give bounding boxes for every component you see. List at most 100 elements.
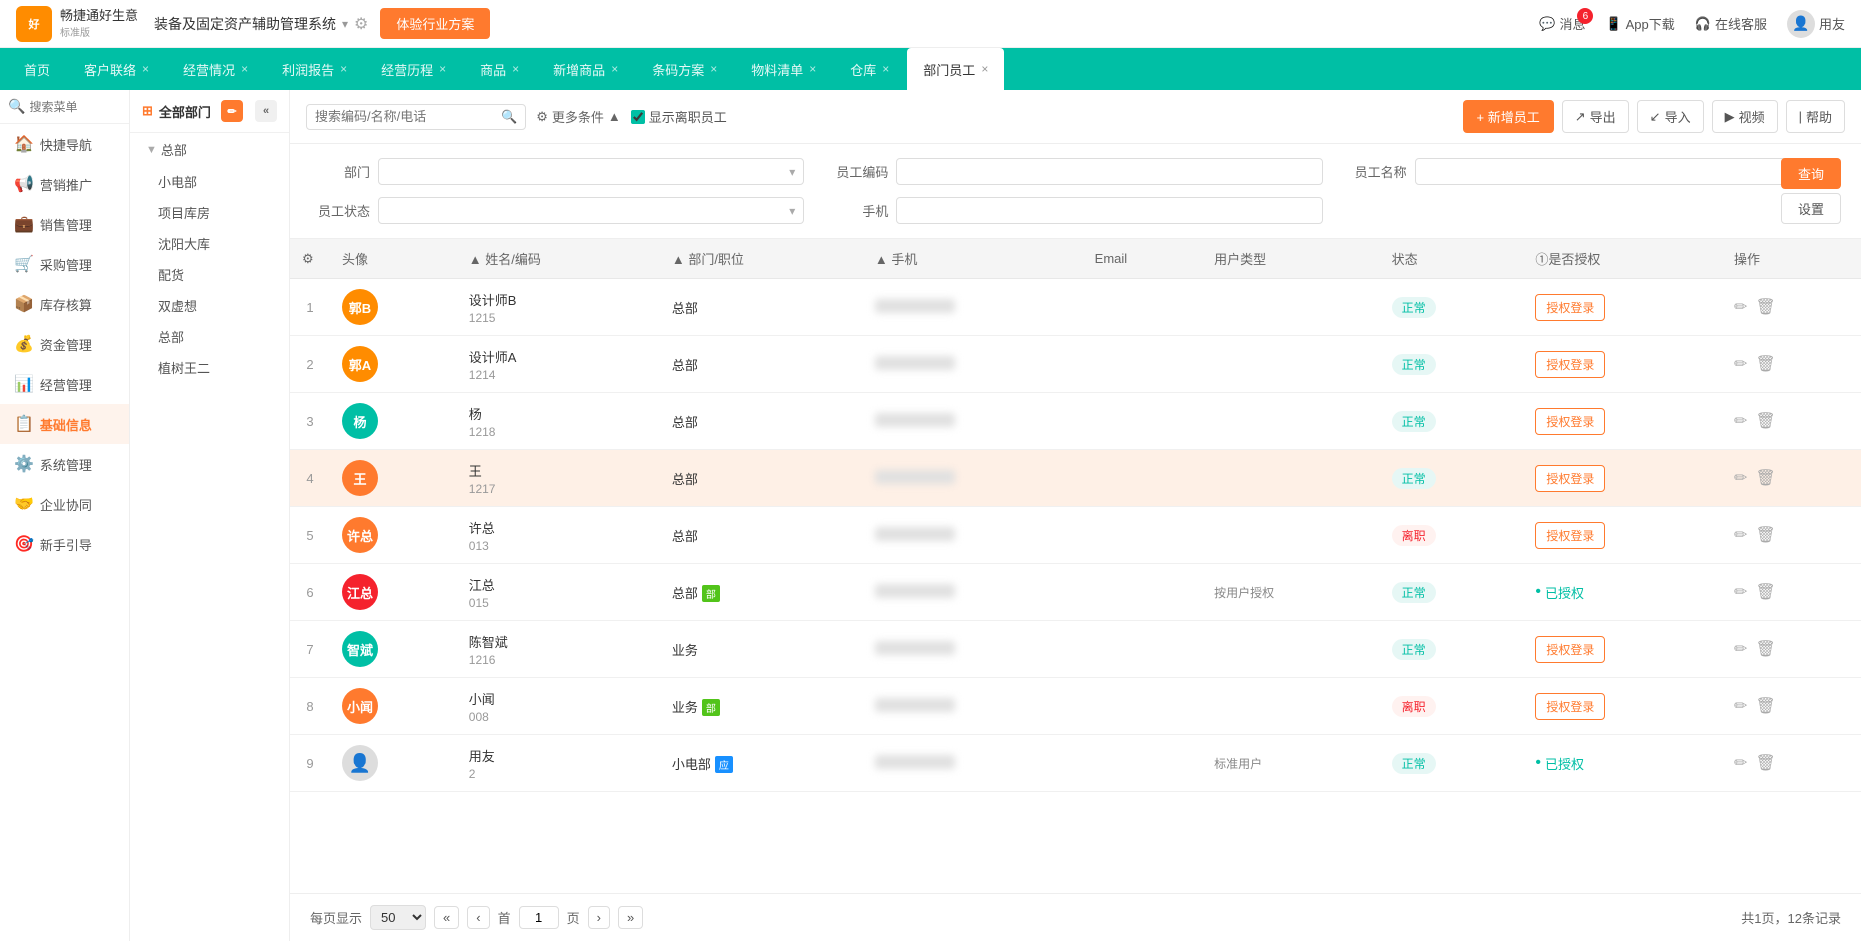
edit-icon[interactable]: ✏ [1734,468,1747,488]
sidebar-item-9[interactable]: ⚙️系统管理 [0,444,129,484]
export-btn[interactable]: ↗ 导出 [1562,100,1629,133]
more-conditions-btn[interactable]: ⚙ 更多条件 ▲ [536,107,621,126]
query-btn[interactable]: 查询 [1781,158,1841,189]
delete-icon[interactable]: 🗑 [1755,468,1775,488]
status-select[interactable] [379,198,803,223]
cell-auth[interactable]: 授权登录 [1523,450,1722,507]
search-icon[interactable]: 🔍 [501,109,517,125]
sidebar-item-1[interactable]: 🏠快捷导航 [0,124,129,164]
nav-tab-物料清单[interactable]: 物料清单× [735,48,832,90]
message-btn[interactable]: 💬 消息 6 [1539,14,1585,33]
page-size-select[interactable]: 50 20 100 [370,905,426,930]
dept-node-root[interactable]: ▼ 总部 [130,133,289,166]
system-title-chevron-icon[interactable]: ▾ [342,17,348,31]
nav-tab-close-新增商品[interactable]: × [611,62,618,76]
dept-select[interactable] [379,159,803,184]
sidebar-item-7[interactable]: 📊经营管理 [0,364,129,404]
nav-tab-部门员工[interactable]: 部门员工× [907,48,1004,90]
dept-collapse-btn[interactable]: « [255,100,277,122]
edit-icon[interactable]: ✏ [1734,354,1747,374]
cell-auth[interactable]: 授权登录 [1523,621,1722,678]
nav-tab-仓库[interactable]: 仓库× [834,48,905,90]
import-btn[interactable]: ↙ 导入 [1637,100,1704,133]
nav-tab-首页[interactable]: 首页 [8,48,66,90]
show-resigned-check[interactable]: 显示离职员工 [631,107,727,126]
search-input[interactable] [315,109,495,124]
prev-page-btn[interactable]: ‹ [467,906,489,929]
sidebar-item-5[interactable]: 📦库存核算 [0,284,129,324]
dept-select-wrapper[interactable] [378,158,804,185]
delete-icon[interactable]: 🗑 [1755,297,1775,317]
last-page-btn[interactable]: » [618,906,643,929]
user-area[interactable]: 👤 用友 [1787,10,1845,38]
delete-icon[interactable]: 🗑 [1755,525,1775,545]
page-number-input[interactable] [519,906,559,929]
cell-auth[interactable]: 授权登录 [1523,678,1722,735]
cell-auth[interactable]: •已授权 [1523,735,1722,792]
view-btn[interactable]: ▶ 视频 [1712,100,1778,133]
delete-icon[interactable]: 🗑 [1755,411,1775,431]
app-download-btn[interactable]: 📱 App下载 [1605,14,1674,33]
dept-child-xiaodianbu[interactable]: 小电部 [130,166,289,197]
cell-auth[interactable]: 授权登录 [1523,393,1722,450]
auth-btn[interactable]: 授权登录 [1535,294,1605,321]
nav-tab-close-商品[interactable]: × [512,62,519,76]
auth-btn[interactable]: 授权登录 [1535,465,1605,492]
nav-tab-close-部门员工[interactable]: × [981,62,988,76]
nav-tab-close-物料清单[interactable]: × [809,62,816,76]
col-phone[interactable]: ▲ 手机 [863,239,1083,279]
dept-child-peihuo[interactable]: 配货 [130,259,289,290]
auth-btn[interactable]: 授权登录 [1535,693,1605,720]
trial-button[interactable]: 体验行业方案 [380,8,490,39]
edit-icon[interactable]: ✏ [1734,753,1747,773]
nav-tab-客户联络[interactable]: 客户联络× [68,48,165,90]
col-dept-position[interactable]: ▲ 部门/职位 [660,239,863,279]
online-service-btn[interactable]: 🎧 在线客服 [1695,14,1767,33]
help-btn[interactable]: | 帮助 [1786,100,1845,133]
nav-tab-商品[interactable]: 商品× [464,48,535,90]
edit-icon[interactable]: ✏ [1734,297,1747,317]
nav-tab-close-客户联络[interactable]: × [142,62,149,76]
cell-auth[interactable]: 授权登录 [1523,336,1722,393]
sidebar-item-11[interactable]: 🎯新手引导 [0,524,129,564]
nav-tab-经营历程[interactable]: 经营历程× [365,48,462,90]
dept-edit-btn[interactable]: ✏ [221,100,243,122]
delete-icon[interactable]: 🗑 [1755,696,1775,716]
nav-tab-close-仓库[interactable]: × [882,62,889,76]
edit-icon[interactable]: ✏ [1734,696,1747,716]
cell-auth[interactable]: 授权登录 [1523,507,1722,564]
next-page-btn[interactable]: › [588,906,610,929]
sidebar-search-input[interactable] [29,100,121,114]
emp-name-input[interactable] [1415,158,1841,185]
first-page-btn[interactable]: « [434,906,459,929]
delete-icon[interactable]: 🗑 [1755,639,1775,659]
nav-tab-经营情况[interactable]: 经营情况× [167,48,264,90]
gear-icon[interactable]: ⚙ [354,14,368,34]
cell-auth[interactable]: 授权登录 [1523,279,1722,336]
auth-btn[interactable]: 授权登录 [1535,408,1605,435]
dept-child-xiangmulifang[interactable]: 项目库房 [130,197,289,228]
nav-tab-close-条码方案[interactable]: × [710,62,717,76]
phone-input[interactable] [896,197,1322,224]
delete-icon[interactable]: 🗑 [1755,354,1775,374]
show-resigned-checkbox[interactable] [631,110,645,124]
edit-icon[interactable]: ✏ [1734,411,1747,431]
status-select-wrapper[interactable] [378,197,804,224]
add-employee-btn[interactable]: + 新增员工 [1463,100,1554,133]
nav-tab-close-利润报告[interactable]: × [340,62,347,76]
dept-child-zhishuwanger[interactable]: 植树王二 [130,352,289,383]
sidebar-item-2[interactable]: 📢营销推广 [0,164,129,204]
nav-tab-新增商品[interactable]: 新增商品× [537,48,634,90]
nav-tab-利润报告[interactable]: 利润报告× [266,48,363,90]
dept-child-zongbu[interactable]: 总部 [130,321,289,352]
nav-tab-close-经营情况[interactable]: × [241,62,248,76]
auth-btn[interactable]: 授权登录 [1535,636,1605,663]
sidebar-item-8[interactable]: 📋基础信息 [0,404,129,444]
edit-icon[interactable]: ✏ [1734,582,1747,602]
sidebar-item-6[interactable]: 💰资金管理 [0,324,129,364]
auth-btn[interactable]: 授权登录 [1535,522,1605,549]
dept-child-shuangxuxiang[interactable]: 双虚想 [130,290,289,321]
dept-child-shenyangdaku[interactable]: 沈阳大库 [130,228,289,259]
set-btn[interactable]: 设置 [1781,193,1841,224]
delete-icon[interactable]: 🗑 [1755,582,1775,602]
